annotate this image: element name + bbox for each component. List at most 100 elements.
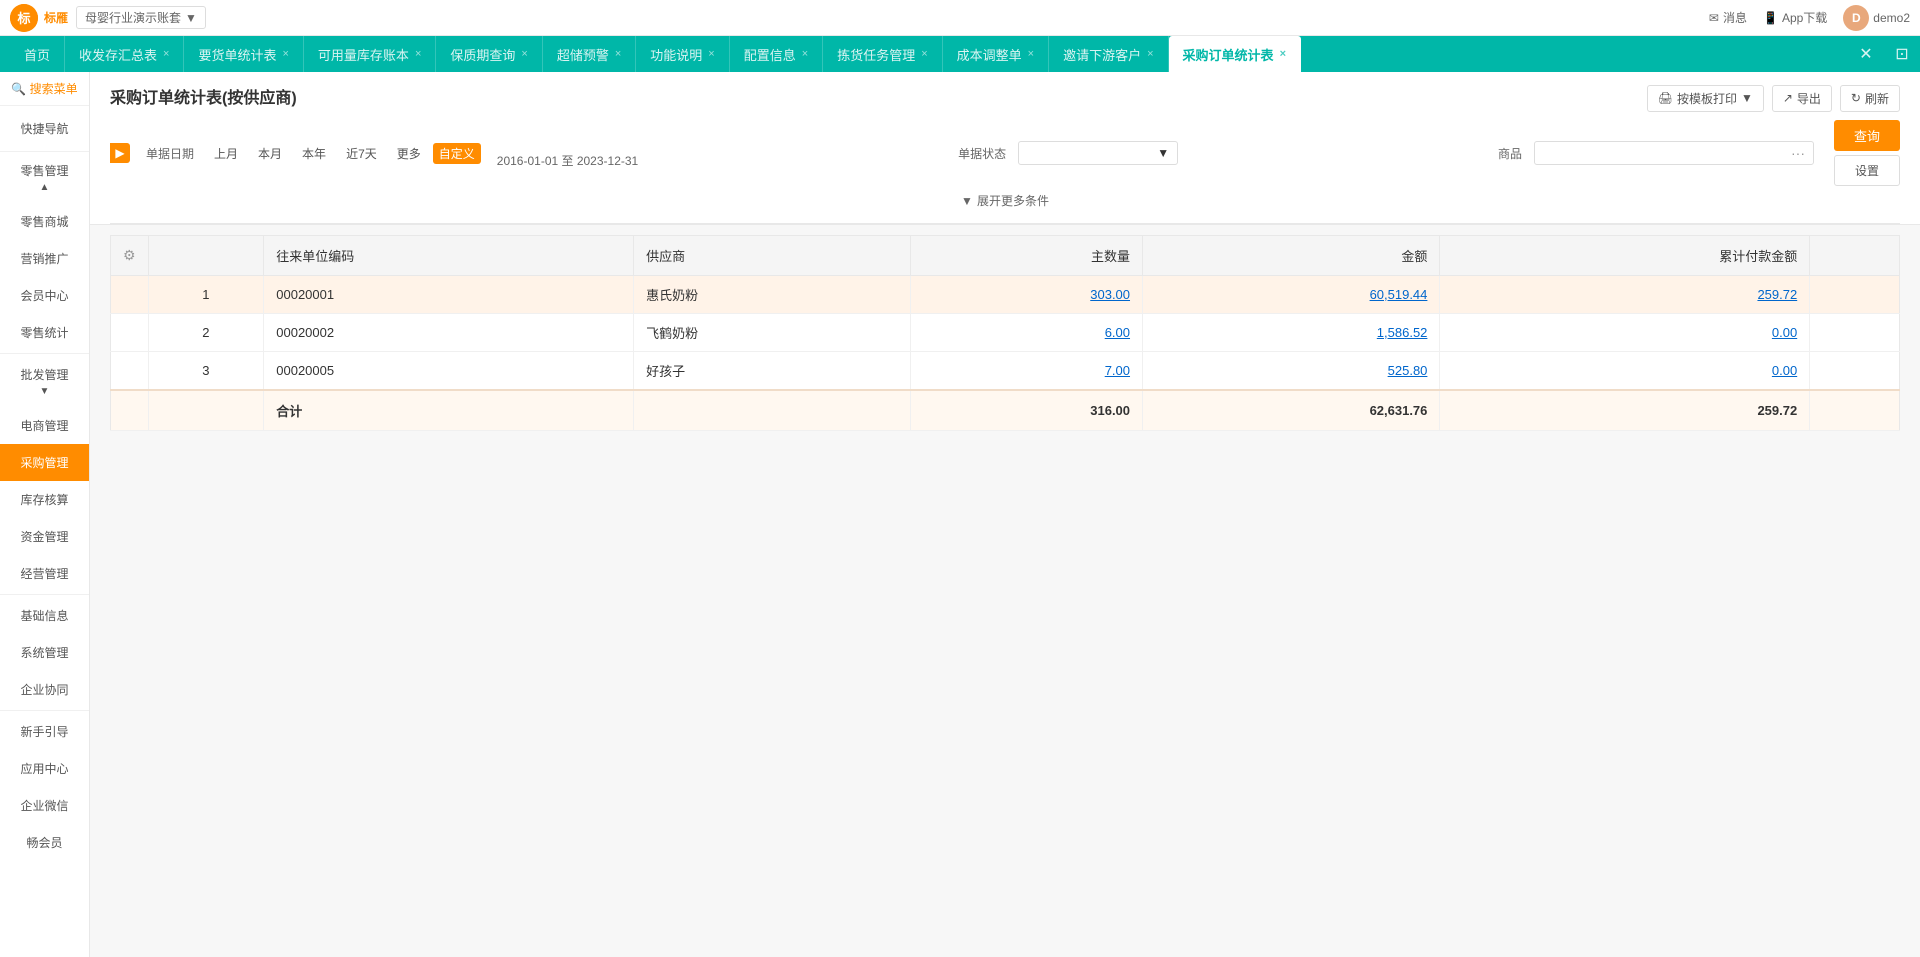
tab-cbtz-close[interactable]: ×	[1028, 48, 1034, 60]
date-opt-this-year[interactable]: 本年	[294, 143, 334, 164]
th-extra	[1810, 236, 1900, 276]
sidebar-item-marketing[interactable]: 营销推广	[0, 240, 89, 277]
tab-gnsm-close[interactable]: ×	[708, 48, 714, 60]
tab-bqcx-close[interactable]: ×	[521, 48, 527, 60]
sidebar-purchase-label: 采购管理	[20, 454, 68, 471]
sidebar-item-ecommerce[interactable]: 电商管理	[0, 407, 89, 444]
sidebar-item-retail-stats[interactable]: 零售统计	[0, 314, 89, 351]
sidebar-item-enterprise[interactable]: 企业协同	[0, 671, 89, 708]
tab-yqxgy-label: 邀请下游客户	[1063, 45, 1141, 64]
expand-more-btn[interactable]: ▼ 展开更多条件	[110, 186, 1900, 215]
date-filter-label: 单据日期	[146, 145, 194, 162]
date-opt-last-month[interactable]: 上月	[206, 143, 246, 164]
date-opt-more[interactable]: 更多	[389, 143, 429, 164]
row-paid: 259.72	[1440, 276, 1810, 314]
tab-shfa-close[interactable]: ×	[163, 48, 169, 60]
user-name: demo2	[1873, 11, 1910, 25]
export-icon: ↗	[1783, 91, 1793, 105]
sidebar-item-wholesale[interactable]: 批发管理 ▼	[0, 356, 89, 407]
footer-qty: 316.00	[910, 390, 1142, 431]
tab-kylkzb[interactable]: 可用量库存账本 ×	[304, 36, 436, 72]
tab-yfhdj[interactable]: 要货单统计表 ×	[184, 36, 303, 72]
app-download-label: App下载	[1782, 9, 1827, 26]
date-opt-custom[interactable]: 自定义	[433, 143, 481, 164]
print-template-btn[interactable]: 🖨 按模板打印 ▼	[1647, 85, 1764, 112]
top-bar-left: 标 标雁 母婴行业演示账套 ▼	[10, 4, 206, 32]
sidebar-item-new-guide[interactable]: 新手引导	[0, 713, 89, 750]
footer-extra	[1810, 390, 1900, 431]
row-settings	[111, 314, 149, 352]
sidebar-item-inventory[interactable]: 库存核算	[0, 481, 89, 518]
tab-phxsgl[interactable]: 拣货任务管理 ×	[823, 36, 942, 72]
filter-collapse-btn[interactable]: ▶	[110, 143, 130, 163]
sidebar-search-label: 搜索菜单	[30, 82, 78, 96]
tab-shfa[interactable]: 收发存汇总表 ×	[65, 36, 184, 72]
sidebar-enterprise-label: 企业协同	[20, 681, 68, 698]
tab-pzxx[interactable]: 配置信息 ×	[730, 36, 823, 72]
message-btn[interactable]: ✉ 消息	[1709, 9, 1747, 26]
row-amount: 60,519.44	[1143, 276, 1440, 314]
sidebar-item-system[interactable]: 系统管理	[0, 634, 89, 671]
tab-phxsgl-close[interactable]: ×	[921, 48, 927, 60]
date-opt-7days[interactable]: 近7天	[338, 143, 385, 164]
tab-yfhdj-close[interactable]: ×	[282, 48, 288, 60]
sidebar-search[interactable]: 🔍 搜索菜单	[0, 72, 89, 106]
tab-close-btn[interactable]: ✕	[1848, 36, 1884, 72]
sidebar-item-finance[interactable]: 资金管理	[0, 518, 89, 555]
app-download-btn[interactable]: 📱 App下载	[1763, 9, 1827, 26]
tab-gnsm[interactable]: 功能说明 ×	[636, 36, 729, 72]
date-opt-this-month[interactable]: 本月	[250, 143, 290, 164]
tab-cgdtjb-close[interactable]: ×	[1280, 48, 1286, 60]
th-seq	[148, 236, 264, 276]
row-unit-code: 00020002	[264, 314, 634, 352]
sidebar-member-club-label: 畅会员	[26, 834, 62, 851]
th-settings[interactable]: ⚙	[111, 236, 149, 276]
tab-kylkzb-close[interactable]: ×	[415, 48, 421, 60]
sidebar-item-retail-mall[interactable]: 零售商城	[0, 203, 89, 240]
goods-input[interactable]	[1543, 146, 1787, 160]
tab-pzxx-close[interactable]: ×	[802, 48, 808, 60]
sidebar-item-operations[interactable]: 经营管理	[0, 555, 89, 592]
query-btn[interactable]: 查询	[1834, 120, 1900, 151]
goods-search-more[interactable]: ···	[1791, 145, 1805, 161]
logo-icon: 标	[10, 4, 38, 32]
tab-bqcx[interactable]: 保质期查询 ×	[436, 36, 542, 72]
status-select[interactable]: ▼	[1018, 141, 1178, 165]
tab-cgdtjb[interactable]: 采购订单统计表 ×	[1169, 36, 1301, 72]
th-paid: 累计付款金额	[1440, 236, 1810, 276]
export-btn[interactable]: ↗ 导出	[1772, 85, 1832, 112]
footer-seq	[148, 390, 264, 431]
row-unit-code: 00020001	[264, 276, 634, 314]
logo-text: 标雁	[44, 9, 68, 26]
row-supplier: 惠氏奶粉	[634, 276, 910, 314]
sidebar-item-member-club[interactable]: 畅会员	[0, 824, 89, 861]
tab-restore-btn[interactable]: ⊡	[1884, 36, 1920, 72]
tab-yqxgy-close[interactable]: ×	[1147, 48, 1153, 60]
status-filter-label: 单据状态	[958, 145, 1006, 162]
sidebar-wholesale-label: 批发管理	[20, 366, 68, 383]
tab-ccyj[interactable]: 超储预警 ×	[543, 36, 636, 72]
sidebar-retail-mall-label: 零售商城	[20, 213, 68, 230]
tab-yqxgy[interactable]: 邀请下游客户 ×	[1049, 36, 1168, 72]
sidebar-item-purchase[interactable]: 采购管理	[0, 444, 89, 481]
sidebar-item-app-center[interactable]: 应用中心	[0, 750, 89, 787]
sidebar-item-enterprise-wechat[interactable]: 企业微信	[0, 787, 89, 824]
sidebar-item-member-center[interactable]: 会员中心	[0, 277, 89, 314]
row-supplier: 飞鹤奶粉	[634, 314, 910, 352]
user-area[interactable]: D demo2	[1843, 5, 1910, 31]
workspace-selector[interactable]: 母婴行业演示账套 ▼	[76, 6, 206, 29]
sidebar-item-basic-info[interactable]: 基础信息	[0, 597, 89, 634]
sidebar-item-quick-nav[interactable]: 快捷导航	[0, 110, 89, 147]
tab-shfa-label: 收发存汇总表	[79, 45, 157, 64]
sidebar-divider-3	[0, 710, 89, 711]
tab-ccyj-close[interactable]: ×	[615, 48, 621, 60]
row-extra	[1810, 352, 1900, 391]
refresh-btn[interactable]: ↻ 刷新	[1840, 85, 1900, 112]
sidebar-item-retail-mgmt[interactable]: 零售管理 ▲	[0, 152, 89, 203]
sidebar-new-guide-label: 新手引导	[20, 723, 68, 740]
table-row: 3 00020005 好孩子 7.00 525.80 0.00	[111, 352, 1900, 391]
tab-home[interactable]: 首页	[10, 36, 65, 72]
settings-btn[interactable]: 设置	[1834, 155, 1900, 186]
table-settings-icon[interactable]: ⚙	[123, 247, 136, 263]
tab-cbtz[interactable]: 成本调整单 ×	[943, 36, 1049, 72]
